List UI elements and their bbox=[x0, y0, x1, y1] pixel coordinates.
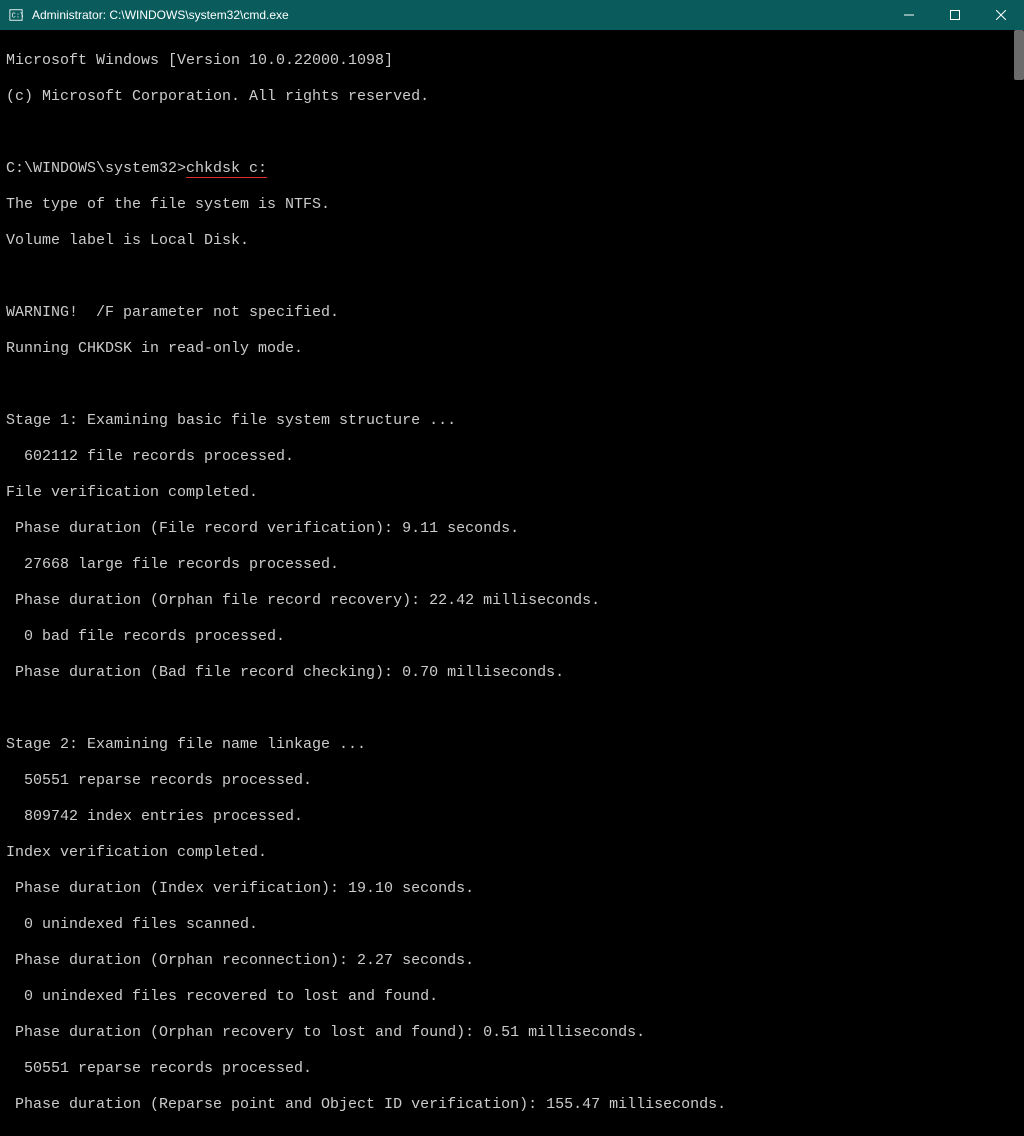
maximize-button[interactable] bbox=[932, 0, 978, 30]
output-line: Phase duration (Orphan reconnection): 2.… bbox=[6, 952, 1018, 970]
terminal-output[interactable]: Microsoft Windows [Version 10.0.22000.10… bbox=[0, 30, 1024, 1136]
window-title: Administrator: C:\WINDOWS\system32\cmd.e… bbox=[32, 8, 886, 22]
svg-text:C:\: C:\ bbox=[12, 13, 23, 21]
output-line: Phase duration (Bad file record checking… bbox=[6, 664, 1018, 682]
blank-line bbox=[6, 700, 1018, 718]
output-line: WARNING! /F parameter not specified. bbox=[6, 304, 1018, 322]
window-controls bbox=[886, 0, 1024, 30]
output-line: Phase duration (File record verification… bbox=[6, 520, 1018, 538]
command-input: chkdsk c: bbox=[186, 160, 267, 178]
output-line: Volume label is Local Disk. bbox=[6, 232, 1018, 250]
output-line: 50551 reparse records processed. bbox=[6, 772, 1018, 790]
output-line: Index verification completed. bbox=[6, 844, 1018, 862]
blank-line bbox=[6, 376, 1018, 394]
output-line: Phase duration (Orphan recovery to lost … bbox=[6, 1024, 1018, 1042]
output-line: Stage 2: Examining file name linkage ... bbox=[6, 736, 1018, 754]
prompt-line: C:\WINDOWS\system32>chkdsk c: bbox=[6, 160, 1018, 178]
output-line: 0 unindexed files recovered to lost and … bbox=[6, 988, 1018, 1006]
output-line: 809742 index entries processed. bbox=[6, 808, 1018, 826]
output-line: File verification completed. bbox=[6, 484, 1018, 502]
output-line: Running CHKDSK in read-only mode. bbox=[6, 340, 1018, 358]
output-line: Microsoft Windows [Version 10.0.22000.10… bbox=[6, 52, 1018, 70]
output-line: Phase duration (Orphan file record recov… bbox=[6, 592, 1018, 610]
scrollbar-thumb[interactable] bbox=[1014, 30, 1024, 80]
output-line: The type of the file system is NTFS. bbox=[6, 196, 1018, 214]
minimize-button[interactable] bbox=[886, 0, 932, 30]
blank-line bbox=[6, 268, 1018, 286]
output-line: 602112 file records processed. bbox=[6, 448, 1018, 466]
output-line: 27668 large file records processed. bbox=[6, 556, 1018, 574]
output-line: 50551 reparse records processed. bbox=[6, 1060, 1018, 1078]
blank-line bbox=[6, 124, 1018, 142]
output-line: 0 unindexed files scanned. bbox=[6, 916, 1018, 934]
output-line: Phase duration (Reparse point and Object… bbox=[6, 1096, 1018, 1114]
output-line: Phase duration (Index verification): 19.… bbox=[6, 880, 1018, 898]
output-line: (c) Microsoft Corporation. All rights re… bbox=[6, 88, 1018, 106]
output-line: 0 bad file records processed. bbox=[6, 628, 1018, 646]
cmd-icon: C:\ bbox=[8, 7, 24, 23]
close-button[interactable] bbox=[978, 0, 1024, 30]
prompt-path: C:\WINDOWS\system32> bbox=[6, 160, 186, 177]
output-line: Stage 1: Examining basic file system str… bbox=[6, 412, 1018, 430]
title-bar: C:\ Administrator: C:\WINDOWS\system32\c… bbox=[0, 0, 1024, 30]
